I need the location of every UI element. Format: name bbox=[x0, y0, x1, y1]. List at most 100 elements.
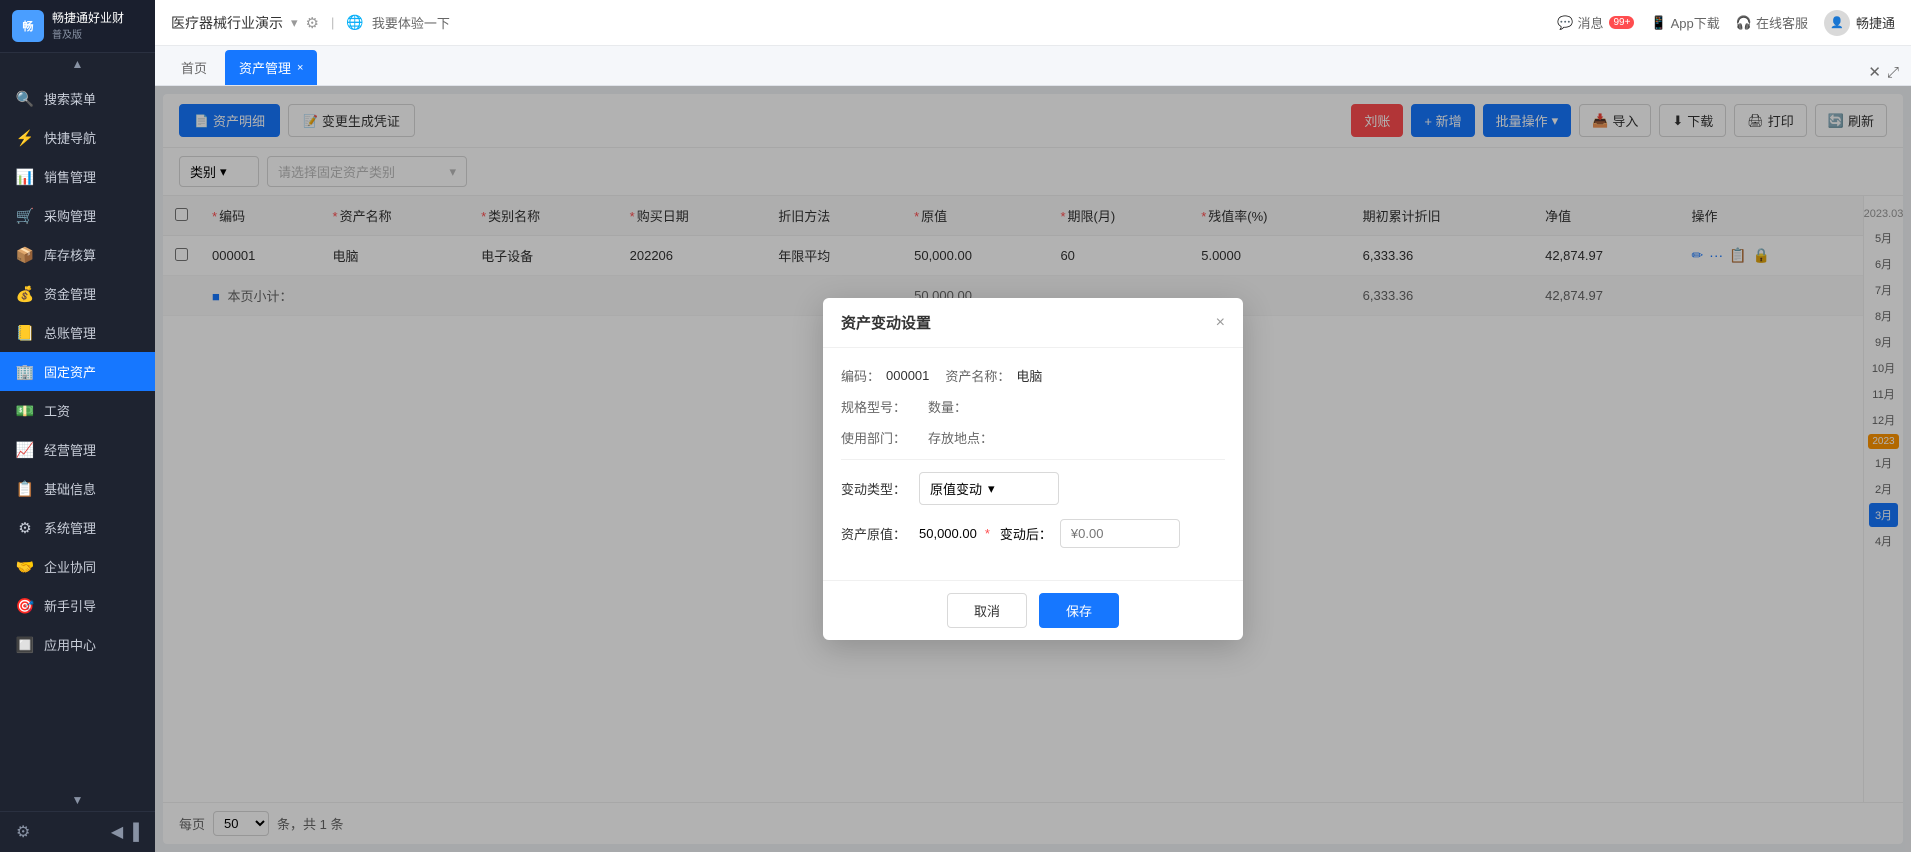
modal-dept-item: 使用部门： bbox=[841, 428, 912, 447]
sidebar-label-payroll: 工资 bbox=[44, 401, 70, 420]
collapse-icon[interactable]: ◀ ▐ bbox=[111, 822, 139, 842]
modal-after-label: 变动后： bbox=[1000, 524, 1052, 543]
topbar-left: 医疗器械行业演示 ▾ ⚙ | 🌐 我要体验一下 bbox=[171, 13, 450, 33]
scroll-up-icon: ▲ bbox=[72, 57, 84, 71]
sidebar-label-fixed: 固定资产 bbox=[44, 362, 96, 381]
messages-btn[interactable]: 💬 消息 99+ bbox=[1557, 13, 1634, 32]
modal-header: 资产变动设置 × bbox=[823, 298, 1243, 348]
sidebar-item-capital[interactable]: 💰 资金管理 bbox=[0, 274, 155, 313]
capital-icon: 💰 bbox=[16, 285, 34, 303]
scroll-up-btn[interactable]: ▲ bbox=[0, 53, 155, 75]
modal-code-label: 编码： bbox=[841, 366, 880, 385]
online-service-btn[interactable]: 🎧 在线客服 bbox=[1736, 13, 1808, 32]
company-name: 医疗器械行业演示 bbox=[171, 13, 283, 33]
sidebar-item-ledger[interactable]: 📒 总账管理 bbox=[0, 313, 155, 352]
sidebar-item-payroll[interactable]: 💵 工资 bbox=[0, 391, 155, 430]
sidebar-item-quicknav[interactable]: ⚡ 快捷导航 bbox=[0, 118, 155, 157]
sidebar: 畅 畅捷通好业财 普及版 ▲ 🔍 搜索菜单 ⚡ 快捷导航 📊 销售管理 🛒 采购… bbox=[0, 0, 155, 852]
sidebar-item-sales[interactable]: 📊 销售管理 bbox=[0, 157, 155, 196]
sidebar-item-fixed[interactable]: 🏢 固定资产 bbox=[0, 352, 155, 391]
scroll-down-btn[interactable]: ▼ bbox=[0, 789, 155, 811]
ledger-icon: 📒 bbox=[16, 324, 34, 342]
sidebar-item-system[interactable]: ⚙ 系统管理 bbox=[0, 508, 155, 547]
change-type-value: 原值变动 bbox=[930, 479, 982, 498]
tab-window-close-icon[interactable]: ✕ bbox=[1868, 63, 1881, 81]
messages-label: 消息 bbox=[1577, 13, 1603, 32]
modal-body: 编码： 000001 资产名称： 电脑 规格型号： bbox=[823, 348, 1243, 580]
modal-original-value-label: 资产原值： bbox=[841, 524, 911, 543]
modal-info-row-3: 使用部门： 存放地点： bbox=[841, 428, 1225, 447]
sidebar-item-purchase[interactable]: 🛒 采购管理 bbox=[0, 196, 155, 235]
purchase-icon: 🛒 bbox=[16, 207, 34, 225]
modal-title: 资产变动设置 bbox=[841, 312, 931, 333]
sidebar-nav: 🔍 搜索菜单 ⚡ 快捷导航 📊 销售管理 🛒 采购管理 📦 库存核算 💰 资金管… bbox=[0, 75, 155, 789]
company-dropdown-icon[interactable]: ▾ bbox=[291, 15, 298, 31]
sidebar-bottom: ⚙ ◀ ▐ bbox=[0, 811, 155, 852]
sidebar-item-operations[interactable]: 📈 经营管理 bbox=[0, 430, 155, 469]
user-info[interactable]: 👤 畅捷通 bbox=[1824, 10, 1895, 36]
modal-quantity-item: 数量： bbox=[928, 397, 973, 416]
tab-home[interactable]: 首页 bbox=[167, 50, 221, 85]
sidebar-item-enterprise[interactable]: 🤝 企业协同 bbox=[0, 547, 155, 586]
enterprise-icon: 🤝 bbox=[16, 558, 34, 576]
sidebar-item-basic[interactable]: 📋 基础信息 bbox=[0, 469, 155, 508]
sidebar-item-search[interactable]: 🔍 搜索菜单 bbox=[0, 79, 155, 118]
modal-original-value: 50,000.00 bbox=[919, 526, 977, 541]
modal-close-btn[interactable]: × bbox=[1216, 314, 1225, 332]
sidebar-label-sales: 销售管理 bbox=[44, 167, 96, 186]
inventory-icon: 📦 bbox=[16, 246, 34, 264]
service-icon: 🎧 bbox=[1736, 15, 1752, 31]
modal-info-row-1: 编码： 000001 资产名称： 电脑 bbox=[841, 366, 1225, 385]
download-icon: 📱 bbox=[1650, 15, 1666, 31]
tabs-bar: 首页 资产管理 × ✕ ⤢ bbox=[155, 46, 1911, 86]
sidebar-item-guide[interactable]: 🎯 新手引导 bbox=[0, 586, 155, 625]
app-download-btn[interactable]: 📱 App下载 bbox=[1650, 13, 1719, 32]
sidebar-label-apps: 应用中心 bbox=[44, 635, 96, 654]
sidebar-label-quicknav: 快捷导航 bbox=[44, 128, 96, 147]
quicknav-icon: ⚡ bbox=[16, 129, 34, 147]
modal-dept-label: 使用部门： bbox=[841, 428, 906, 447]
change-type-dropdown-icon: ▾ bbox=[988, 481, 995, 497]
search-icon: 🔍 bbox=[16, 90, 34, 108]
operations-icon: 📈 bbox=[16, 441, 34, 459]
topbar: 医疗器械行业演示 ▾ ⚙ | 🌐 我要体验一下 💬 消息 99+ 📱 App下载… bbox=[155, 0, 1911, 46]
app-download-label: App下载 bbox=[1671, 13, 1720, 32]
sidebar-label-search: 搜索菜单 bbox=[44, 89, 96, 108]
logo-subtitle: 普及版 bbox=[52, 26, 124, 41]
sidebar-label-enterprise: 企业协同 bbox=[44, 557, 96, 576]
modal-change-type-label: 变动类型： bbox=[841, 479, 911, 498]
modal-quantity-label: 数量： bbox=[928, 397, 967, 416]
payroll-icon: 💵 bbox=[16, 402, 34, 420]
cancel-button[interactable]: 取消 bbox=[947, 593, 1027, 628]
logo-area: 畅 畅捷通好业财 普及版 bbox=[0, 0, 155, 53]
modal-info-row-2: 规格型号： 数量： bbox=[841, 397, 1225, 416]
system-icon: ⚙ bbox=[16, 519, 34, 537]
modal-after-input[interactable] bbox=[1060, 519, 1180, 548]
tab-window-expand-icon[interactable]: ⤢ bbox=[1887, 64, 1899, 81]
tab-asset-management[interactable]: 资产管理 × bbox=[225, 50, 317, 85]
modal-spec-item: 规格型号： bbox=[841, 397, 912, 416]
company-settings-icon[interactable]: ⚙ bbox=[306, 14, 319, 32]
logo-text-block: 畅捷通好业财 普及版 bbox=[52, 11, 124, 42]
sidebar-label-capital: 资金管理 bbox=[44, 284, 96, 303]
save-button[interactable]: 保存 bbox=[1039, 593, 1119, 628]
fixed-icon: 🏢 bbox=[16, 363, 34, 381]
scroll-down-icon: ▼ bbox=[72, 793, 84, 807]
modal-name-value: 电脑 bbox=[1016, 366, 1042, 385]
modal-name-label: 资产名称： bbox=[945, 366, 1010, 385]
sidebar-label-system: 系统管理 bbox=[44, 518, 96, 537]
modal-location-label: 存放地点： bbox=[928, 428, 993, 447]
sidebar-item-inventory[interactable]: 📦 库存核算 bbox=[0, 235, 155, 274]
username: 畅捷通 bbox=[1856, 13, 1895, 32]
tab-close-icon[interactable]: × bbox=[297, 62, 303, 74]
modal-overlay[interactable]: 资产变动设置 × 编码： 000001 资产名称： 电脑 bbox=[155, 86, 1911, 852]
experience-text[interactable]: 我要体验一下 bbox=[372, 13, 450, 32]
modal-code-value: 000001 bbox=[886, 368, 929, 383]
modal-divider bbox=[841, 459, 1225, 460]
content-area: 📄 资产明细 📝 变更生成凭证 刘账 + 新增 bbox=[155, 86, 1911, 852]
settings-bottom-icon[interactable]: ⚙ bbox=[16, 822, 30, 842]
main-area: 医疗器械行业演示 ▾ ⚙ | 🌐 我要体验一下 💬 消息 99+ 📱 App下载… bbox=[155, 0, 1911, 852]
sidebar-item-apps[interactable]: 🔲 应用中心 bbox=[0, 625, 155, 664]
topbar-icons: 💬 消息 99+ 📱 App下载 🎧 在线客服 👤 畅捷通 bbox=[1557, 10, 1895, 36]
modal-change-type-select[interactable]: 原值变动 ▾ bbox=[919, 472, 1059, 505]
